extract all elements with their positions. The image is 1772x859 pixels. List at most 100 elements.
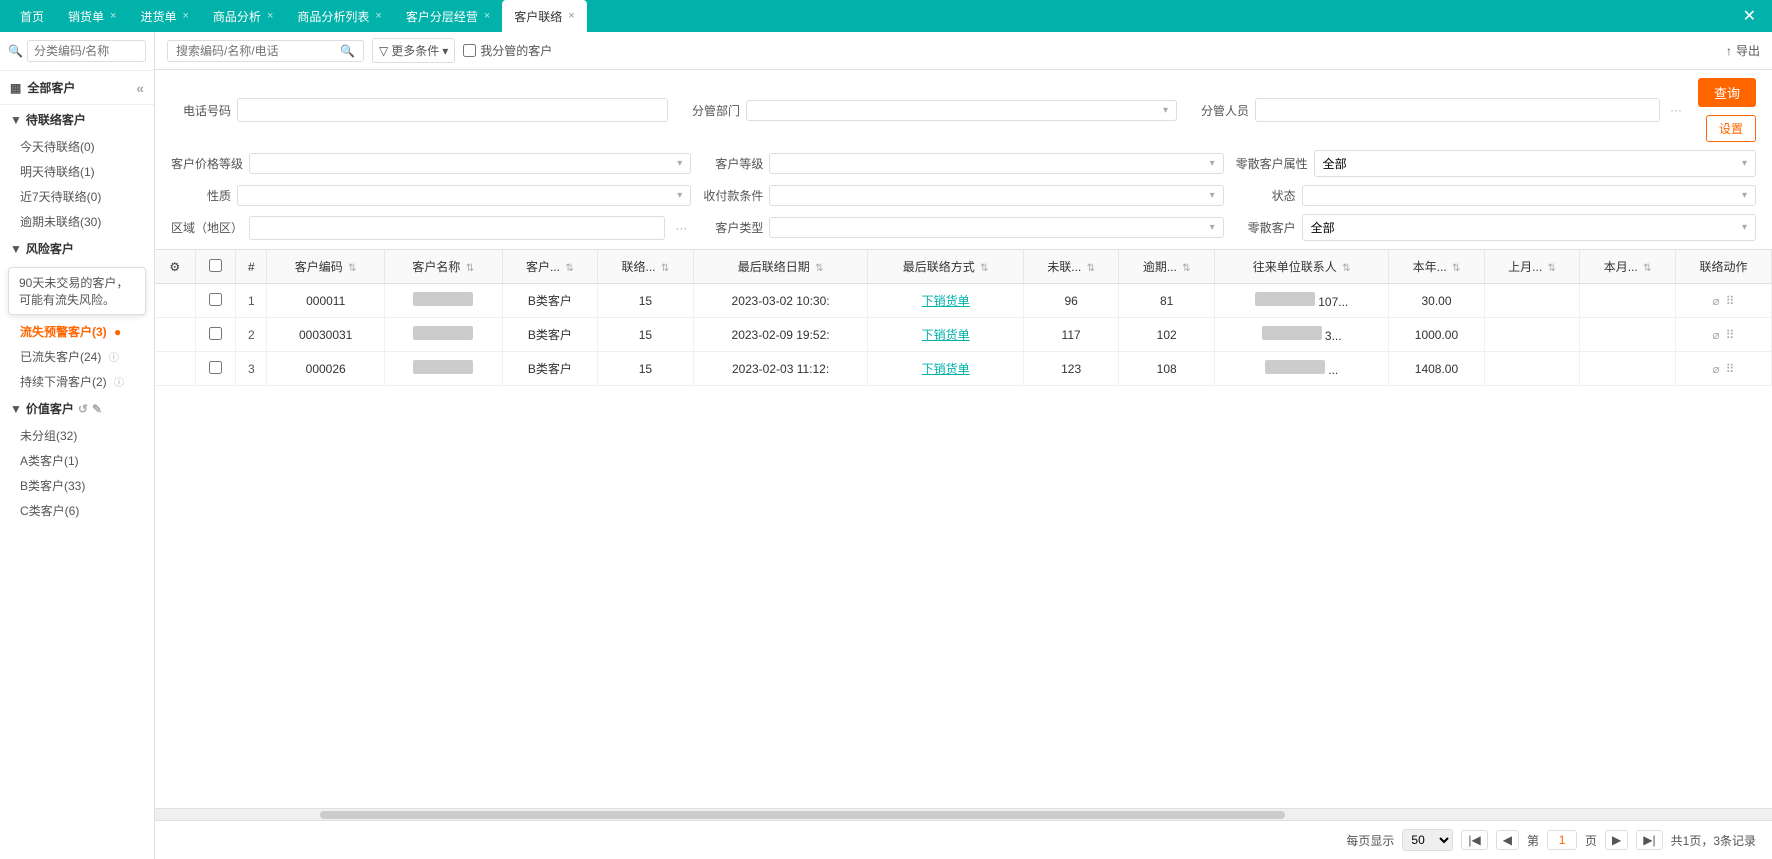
sidebar-item-ungrouped[interactable]: 未分组(32) <box>0 423 154 448</box>
filter-credit-attr-select[interactable]: 全部 ▾ <box>1314 150 1756 177</box>
page-number-input[interactable] <box>1547 830 1577 850</box>
filter-dept-select[interactable]: ▾ <box>746 100 1177 121</box>
sidebar-item-tomorrow[interactable]: 明天待联络(1) <box>0 159 154 184</box>
tab-customer-contact-close[interactable]: × <box>568 10 574 22</box>
row-last-contact-method-cell[interactable]: 下销货单 <box>868 352 1023 386</box>
filter-person-input[interactable] <box>1255 98 1660 122</box>
sidebar-section-risk[interactable]: ▼ 风险客户 <box>0 234 154 263</box>
tab-analysis-list[interactable]: 商品分析列表 × <box>285 0 393 32</box>
action-more-icon[interactable]: ⠿ <box>1726 328 1735 342</box>
tab-purchase-close[interactable]: × <box>182 10 188 22</box>
sidebar-item-a-class[interactable]: A类客户(1) <box>0 448 154 473</box>
sidebar-item-c-class[interactable]: C类客户(6) <box>0 498 154 523</box>
row-checkbox-cell[interactable] <box>195 284 236 318</box>
filter-payment-select[interactable]: ▾ <box>769 185 1223 206</box>
export-button[interactable]: ↑ 导出 <box>1726 42 1760 59</box>
action-more-icon[interactable]: ⠿ <box>1726 362 1735 376</box>
next-page-button[interactable]: ▶ <box>1605 830 1628 850</box>
sidebar-search-input[interactable] <box>27 40 146 62</box>
col-code[interactable]: 客户编码 ⇅ <box>267 250 385 284</box>
row-type-cell: B类客户 <box>502 352 598 386</box>
filter-retail-select[interactable]: 全部 ▾ <box>1302 214 1756 241</box>
row-last-month-cell <box>1484 318 1580 352</box>
sidebar-item-churn-warning[interactable]: 流失预警客户(3) ● <box>0 319 154 344</box>
filter-status-select[interactable]: ▾ <box>1302 185 1756 206</box>
contact-method-link[interactable]: 下销货单 <box>922 362 970 376</box>
per-page-select[interactable]: 50 100 200 <box>1402 829 1453 851</box>
col-overdue[interactable]: 逾期... ⇅ <box>1119 250 1215 284</box>
sidebar-item-7days[interactable]: 近7天待联络(0) <box>0 184 154 209</box>
tab-analysis[interactable]: 商品分析 × <box>201 0 285 32</box>
action-contact-icon[interactable]: ⌀ <box>1712 362 1719 376</box>
row-last-contact-method-cell[interactable]: 下销货单 <box>868 284 1023 318</box>
tab-sales-close[interactable]: × <box>110 10 116 22</box>
sidebar-item-churned[interactable]: 已流失客户(24) ⓘ <box>0 344 154 369</box>
tab-analysis-list-close[interactable]: × <box>375 10 381 22</box>
filter-search-icon[interactable]: 🔍 <box>340 44 355 58</box>
filter-phone-input[interactable] <box>237 98 668 122</box>
edit-icon[interactable]: ✎ <box>92 402 102 416</box>
refresh-icon[interactable]: ↺ <box>78 402 88 416</box>
filter-customer-level-select[interactable]: ▾ <box>769 153 1223 174</box>
tab-customer-contact[interactable]: 客户联络 × <box>502 0 586 32</box>
col-this-year[interactable]: 本年... ⇅ <box>1389 250 1485 284</box>
col-contact[interactable]: 联络... ⇅ <box>598 250 694 284</box>
sidebar-section-pending[interactable]: ▼ 待联络客户 <box>0 105 154 134</box>
tab-analysis-close[interactable]: × <box>267 10 273 22</box>
prev-page-button[interactable]: ◀ <box>1496 830 1519 850</box>
row-last-contact-method-cell[interactable]: 下销货单 <box>868 318 1023 352</box>
horizontal-scrollbar[interactable] <box>155 808 1772 820</box>
filter-customer-type-select[interactable]: ▾ <box>769 217 1223 238</box>
col-name[interactable]: 客户名称 ⇅ <box>384 250 502 284</box>
col-gear[interactable]: ⚙ <box>155 250 195 284</box>
row-checkbox[interactable] <box>209 293 222 306</box>
filter-nature-select[interactable]: ▾ <box>237 185 691 206</box>
tab-home[interactable]: 首页 <box>8 0 56 32</box>
action-contact-icon[interactable]: ⌀ <box>1712 328 1719 342</box>
sidebar-item-b-class[interactable]: B类客户(33) <box>0 473 154 498</box>
col-no-contact[interactable]: 未联... ⇅ <box>1023 250 1119 284</box>
col-last-contact-method[interactable]: 最后联络方式 ⇅ <box>868 250 1023 284</box>
my-customers-checkbox[interactable]: 我分管的客户 <box>463 42 552 59</box>
row-checkbox[interactable] <box>209 361 222 374</box>
region-dots-icon[interactable]: ··· <box>671 221 691 235</box>
sidebar-item-today[interactable]: 今天待联络(0) <box>0 134 154 159</box>
action-contact-icon[interactable]: ⌀ <box>1712 294 1719 308</box>
filter-price-level-select[interactable]: ▾ <box>249 153 691 174</box>
filter-region-input[interactable] <box>249 216 665 240</box>
person-dots-icon[interactable]: ··· <box>1666 103 1686 117</box>
col-last-contact-date[interactable]: 最后联络日期 ⇅ <box>693 250 868 284</box>
col-last-month[interactable]: 上月... ⇅ <box>1484 250 1580 284</box>
last-page-button[interactable]: ▶| <box>1636 830 1662 850</box>
my-customers-input[interactable] <box>463 44 476 57</box>
window-close-button[interactable]: ✕ <box>1735 6 1764 26</box>
col-unit-contact[interactable]: 往来单位联系人 ⇅ <box>1214 250 1388 284</box>
row-checkbox-cell[interactable] <box>195 352 236 386</box>
scroll-thumb[interactable] <box>320 811 1285 819</box>
contact-method-link[interactable]: 下销货单 <box>922 328 970 342</box>
tab-sales[interactable]: 销货单 × <box>56 0 128 32</box>
col-checkbox[interactable] <box>195 250 236 284</box>
unit-contact-blurred <box>1255 292 1315 306</box>
row-no-contact-cell: 123 <box>1023 352 1119 386</box>
row-checkbox[interactable] <box>209 327 222 340</box>
first-page-button[interactable]: |◀ <box>1461 830 1487 850</box>
tab-customer-tier[interactable]: 客户分层经营 × <box>394 0 502 32</box>
col-this-month[interactable]: 本月... ⇅ <box>1580 250 1676 284</box>
tab-purchase[interactable]: 进货单 × <box>128 0 200 32</box>
risk-tooltip: 90天未交易的客户，可能有流失风险。 <box>8 267 146 315</box>
action-more-icon[interactable]: ⠿ <box>1726 294 1735 308</box>
sidebar-section-value[interactable]: ▼ 价值客户 ↺ ✎ <box>0 394 154 423</box>
query-button[interactable]: 查询 <box>1698 78 1756 107</box>
contact-method-link[interactable]: 下销货单 <box>922 294 970 308</box>
col-type[interactable]: 客户... ⇅ <box>502 250 598 284</box>
settings-button[interactable]: 设置 <box>1706 115 1756 142</box>
sidebar-item-overdue[interactable]: 逾期未联络(30) <box>0 209 154 234</box>
filter-search-input[interactable] <box>176 44 336 58</box>
select-all-checkbox[interactable] <box>209 259 222 272</box>
sidebar-item-declining[interactable]: 持续下滑客户(2) ⓘ <box>0 369 154 394</box>
row-checkbox-cell[interactable] <box>195 318 236 352</box>
more-conditions-button[interactable]: ▽ 更多条件 ▾ <box>372 38 455 63</box>
tab-customer-tier-close[interactable]: × <box>484 10 490 22</box>
sidebar-all-customers[interactable]: ▦ 全部客户 « <box>0 71 154 105</box>
